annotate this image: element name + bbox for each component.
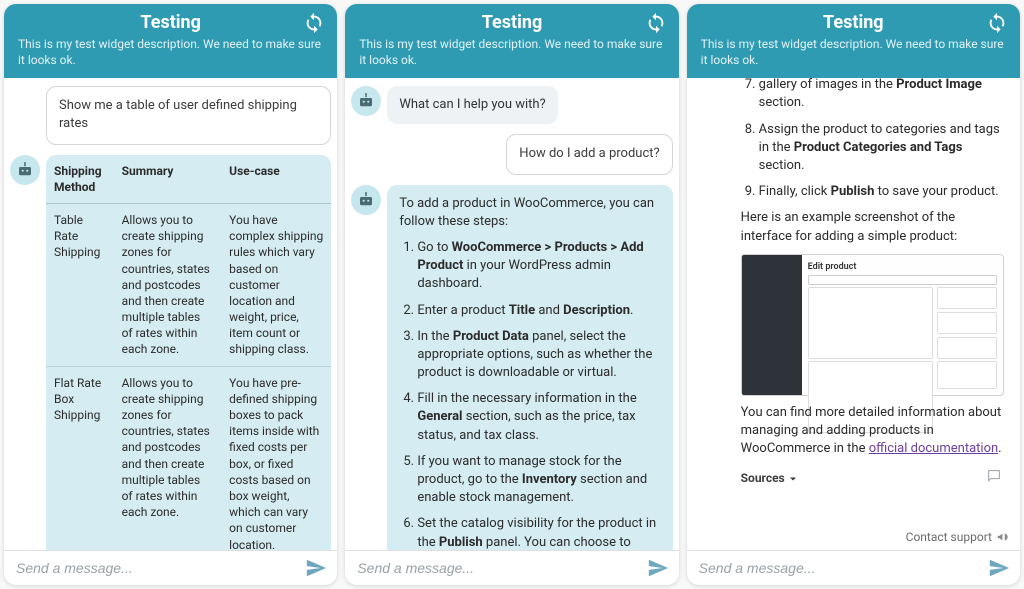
send-icon[interactable] — [305, 557, 327, 579]
table-row: Flat Rate Box Shipping Allows you to cre… — [46, 366, 331, 550]
shipping-table: Shipping Method Summary Use-case Table R… — [46, 155, 331, 550]
screenshot-caption: Here is an example screenshot of the int… — [741, 209, 1002, 245]
contact-support-label: Contact support — [906, 530, 992, 544]
widget-title: Testing — [359, 12, 664, 33]
chat-body: Show me a table of user defined shipping… — [4, 78, 337, 550]
step: Set the catalog visibility for the produ… — [417, 515, 660, 550]
widget-title: Testing — [701, 12, 1006, 33]
step: Finally, click Publish to save your prod… — [759, 183, 1002, 201]
message-input[interactable] — [355, 559, 646, 577]
chat-body: What can I help you with? How do I add a… — [345, 78, 678, 550]
answer-intro: To add a product in WooCommerce, you can… — [399, 195, 660, 231]
user-message: How do I add a product? — [506, 134, 672, 174]
chat-body: gallery of images in the Product Image s… — [687, 78, 1020, 528]
bot-avatar — [351, 86, 381, 116]
send-icon[interactable] — [988, 557, 1010, 579]
widget-header: Testing This is my test widget descripti… — [345, 4, 678, 78]
step: Assign the product to categories and tag… — [759, 121, 1002, 176]
step: gallery of images in the Product Image s… — [759, 78, 1002, 112]
refresh-icon[interactable] — [645, 12, 667, 34]
widget-title: Testing — [18, 12, 323, 33]
step: Enter a product Title and Description. — [417, 302, 660, 320]
composer — [687, 550, 1020, 585]
screenshot-sidebar — [742, 255, 802, 395]
bot-avatar — [351, 185, 381, 215]
bot-answer-continued: gallery of images in the Product Image s… — [729, 78, 1014, 489]
screenshot-main: Edit product — [802, 255, 1003, 395]
steps-list-continued: gallery of images in the Product Image s… — [759, 78, 1002, 201]
user-message: Show me a table of user defined shipping… — [46, 86, 331, 144]
bot-greeting: What can I help you with? — [387, 86, 557, 124]
refresh-icon[interactable] — [303, 12, 325, 34]
bullhorn-icon — [996, 530, 1010, 544]
chevron-down-icon — [787, 473, 799, 485]
table-row: Table Rate Shipping Allows you to create… — [46, 203, 331, 366]
user-message-row: Show me a table of user defined shipping… — [10, 86, 331, 144]
documentation-link[interactable]: official documentation — [869, 441, 998, 456]
send-icon[interactable] — [647, 557, 669, 579]
th-summary: Summary — [114, 155, 222, 204]
widget-header: Testing This is my test widget descripti… — [687, 4, 1020, 78]
bot-answer: To add a product in WooCommerce, you can… — [387, 185, 672, 550]
chat-widget-3: Testing This is my test widget descripti… — [687, 4, 1020, 585]
step: Go to WooCommerce > Products > Add Produ… — [417, 239, 660, 294]
screenshot-image: Edit product — [741, 254, 1004, 396]
bot-message-row: What can I help you with? — [351, 86, 672, 124]
bot-message-row: Shipping Method Summary Use-case Table R… — [10, 155, 331, 550]
bot-message-row: To add a product in WooCommerce, you can… — [351, 185, 672, 550]
message-input[interactable] — [14, 559, 305, 577]
bot-avatar — [10, 155, 40, 185]
widget-description: This is my test widget description. We n… — [701, 37, 1006, 68]
contact-support-row[interactable]: Contact support — [687, 528, 1020, 550]
th-method: Shipping Method — [46, 155, 114, 204]
widget-description: This is my test widget description. We n… — [18, 37, 323, 68]
chat-widget-1: Testing This is my test widget descripti… — [4, 4, 337, 585]
sources-toggle[interactable]: Sources — [741, 468, 1002, 489]
steps-list: Go to WooCommerce > Products > Add Produ… — [417, 239, 660, 550]
step: In the Product Data panel, select the ap… — [417, 328, 660, 383]
message-input[interactable] — [697, 559, 988, 577]
feedback-icon[interactable] — [984, 468, 1002, 489]
step: If you want to manage stock for the prod… — [417, 453, 660, 508]
user-message-row: How do I add a product? — [351, 134, 672, 174]
refresh-icon[interactable] — [986, 12, 1008, 34]
th-usecase: Use-case — [221, 155, 331, 204]
step: Fill in the necessary information in the… — [417, 390, 660, 445]
widget-header: Testing This is my test widget descripti… — [4, 4, 337, 78]
chat-widget-2: Testing This is my test widget descripti… — [345, 4, 678, 585]
widget-description: This is my test widget description. We n… — [359, 37, 664, 68]
composer — [345, 550, 678, 585]
outro-text: You can find more detailed information a… — [741, 404, 1002, 459]
composer — [4, 550, 337, 585]
